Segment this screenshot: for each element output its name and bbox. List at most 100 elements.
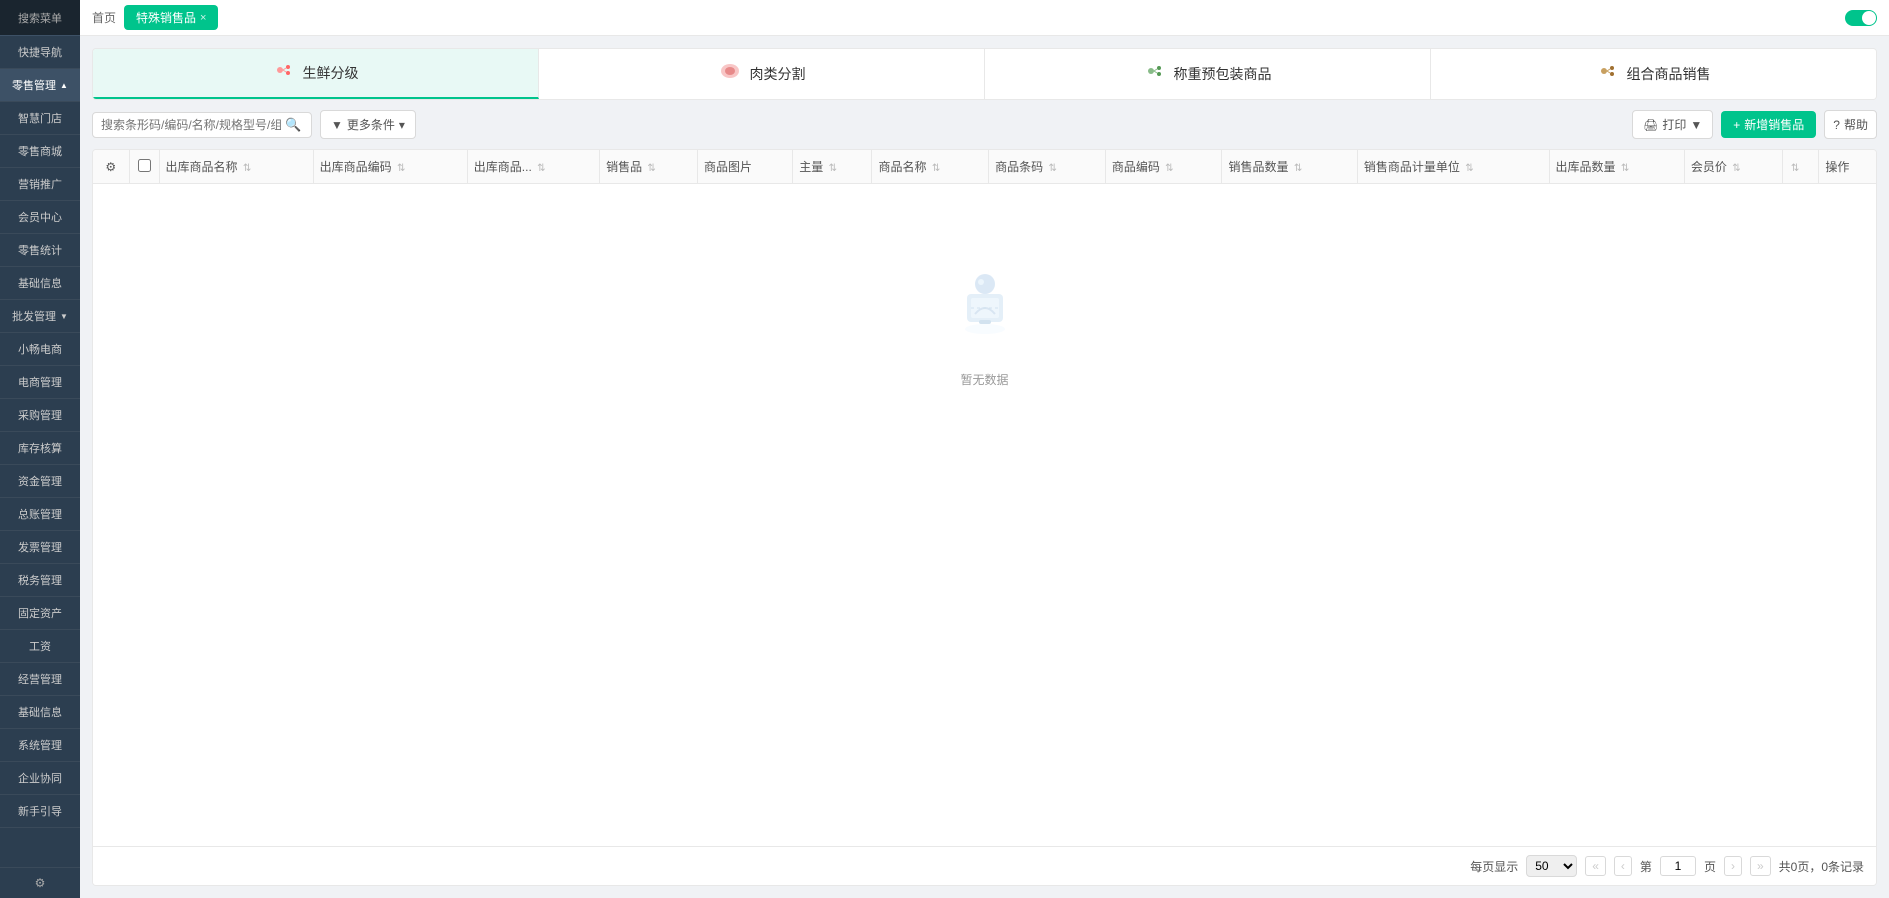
sidebar-item-basic-info[interactable]: 基础信息 [0, 267, 80, 300]
help-icon: ? [1833, 118, 1840, 132]
sidebar-item-business-mgmt[interactable]: 经营管理 [0, 663, 80, 696]
sidebar-logo[interactable]: 搜索菜单 [0, 0, 80, 36]
sidebar-item-new-guide[interactable]: 新手引导 [0, 795, 80, 828]
tab-meat-cut[interactable]: 肉类分割 [539, 49, 985, 99]
sidebar-item-label: 资金管理 [18, 473, 62, 489]
sidebar-item-quick-nav[interactable]: 快捷导航 [0, 36, 80, 69]
search-input[interactable] [101, 118, 281, 132]
sidebar-item-label: 批发管理 [12, 308, 56, 324]
th-operation: 操作 [1819, 150, 1876, 184]
th-main-unit[interactable]: 主量 ⇅ [793, 150, 872, 184]
th-checkbox[interactable] [129, 150, 159, 184]
search-box[interactable]: 🔍 [92, 112, 312, 138]
sidebar-item-label: 总账管理 [18, 506, 62, 522]
col-label: 会员价 [1691, 160, 1727, 174]
page-label: 第 [1640, 858, 1652, 875]
plus-icon: + [1733, 118, 1740, 132]
sidebar-item-retail-stats[interactable]: 零售统计 [0, 234, 80, 267]
sidebar-item-finance-mgmt[interactable]: 资金管理 [0, 465, 80, 498]
sidebar-item-label: 工资 [29, 638, 51, 654]
sidebar-item-tax-mgmt[interactable]: 税务管理 [0, 564, 80, 597]
next-page-button[interactable]: › [1724, 856, 1742, 876]
empty-state: 暂无数据 [93, 184, 1876, 468]
sidebar-item-basic-info2[interactable]: 基础信息 [0, 696, 80, 729]
th-sale-item[interactable]: 销售品 ⇅ [600, 150, 698, 184]
th-product-code[interactable]: 商品编码 ⇅ [1105, 150, 1222, 184]
th-member-price[interactable]: 会员价 ⇅ [1684, 150, 1782, 184]
th-out-qty[interactable]: 出库品数量 ⇅ [1549, 150, 1684, 184]
sidebar-item-system-mgmt[interactable]: 系统管理 [0, 729, 80, 762]
topbar-right [1845, 10, 1877, 26]
add-button[interactable]: + 新增销售品 [1721, 111, 1816, 138]
select-all-checkbox[interactable] [138, 159, 151, 172]
sidebar: 搜索菜单 快捷导航 零售管理 ▲ 智慧门店 零售商城 营销推广 会员中心 零售统… [0, 0, 80, 898]
search-menu-label: 搜索菜单 [18, 10, 62, 26]
sidebar-item-invoice-mgmt[interactable]: 发票管理 [0, 531, 80, 564]
th-product-name[interactable]: 商品名称 ⇅ [872, 150, 989, 184]
tab-fresh-grade[interactable]: 生鲜分级 [93, 49, 539, 99]
print-button[interactable]: 🖨 打印 ▼ [1632, 110, 1713, 139]
first-page-button[interactable]: « [1585, 856, 1606, 876]
sidebar-item-member-center[interactable]: 会员中心 [0, 201, 80, 234]
col-label: 出库商品... [474, 160, 532, 174]
sidebar-settings[interactable]: ⚙ [0, 867, 80, 898]
sort-icon: ⇅ [397, 163, 405, 174]
tab-scale-pack[interactable]: 称重预包装商品 [985, 49, 1431, 99]
sidebar-item-purchase-mgmt[interactable]: 采购管理 [0, 399, 80, 432]
active-tab[interactable]: 特殊销售品 × [124, 5, 218, 30]
th-product-img: 商品图片 [698, 150, 793, 184]
th-out-spec[interactable]: 出库商品... ⇅ [467, 150, 599, 184]
tab-combo-sale[interactable]: 组合商品销售 [1431, 49, 1876, 99]
sort-icon: ⇅ [1621, 163, 1629, 174]
sidebar-item-inventory[interactable]: 库存核算 [0, 432, 80, 465]
sidebar-item-label: 系统管理 [18, 737, 62, 753]
filter-button[interactable]: ▼ 更多条件 ▾ [320, 110, 416, 139]
tab-label: 特殊销售品 [136, 9, 196, 26]
tab-combo-sale-label: 组合商品销售 [1627, 64, 1711, 84]
sidebar-item-marketing[interactable]: 营销推广 [0, 168, 80, 201]
sort-icon: ⇅ [537, 163, 545, 174]
sidebar-item-label: 会员中心 [18, 209, 62, 225]
sidebar-item-mini-ecommerce[interactable]: 小畅电商 [0, 333, 80, 366]
th-out-code[interactable]: 出库商品编码 ⇅ [313, 150, 467, 184]
search-icon[interactable]: 🔍 [285, 117, 301, 133]
sidebar-item-wholesale-mgmt[interactable]: 批发管理 ▼ [0, 300, 80, 333]
help-label: 帮助 [1844, 116, 1868, 133]
th-out-name[interactable]: 出库商品名称 ⇅ [159, 150, 313, 184]
tab-meat-cut-label: 肉类分割 [750, 64, 806, 84]
sidebar-item-accounting[interactable]: 总账管理 [0, 498, 80, 531]
help-button[interactable]: ? 帮助 [1824, 110, 1877, 139]
col-label: 商品名称 [878, 160, 926, 174]
prev-page-button[interactable]: ‹ [1614, 856, 1632, 876]
print-arrow: ▼ [1690, 118, 1702, 132]
sidebar-item-fixed-assets[interactable]: 固定资产 [0, 597, 80, 630]
sidebar-item-retail-mgmt[interactable]: 零售管理 ▲ [0, 69, 80, 102]
close-tab-icon[interactable]: × [200, 12, 206, 24]
sidebar-item-label: 快捷导航 [18, 44, 62, 60]
page-input[interactable] [1660, 856, 1696, 876]
th-sale-qty[interactable]: 销售品数量 ⇅ [1222, 150, 1357, 184]
th-sale-unit[interactable]: 销售商品计量单位 ⇅ [1357, 150, 1549, 184]
sidebar-item-label: 新手引导 [18, 803, 62, 819]
sidebar-item-label: 采购管理 [18, 407, 62, 423]
print-icon: 🖨 [1643, 118, 1658, 132]
sidebar-item-label: 零售统计 [18, 242, 62, 258]
col-label: 销售商品计量单位 [1364, 160, 1460, 174]
col-label: 商品条码 [995, 160, 1043, 174]
sidebar-item-ecommerce-mgmt[interactable]: 电商管理 [0, 366, 80, 399]
sidebar-item-enterprise[interactable]: 企业协同 [0, 762, 80, 795]
sidebar-item-wages[interactable]: 工资 [0, 630, 80, 663]
filter-label: 更多条件 [347, 116, 395, 133]
add-label: 新增销售品 [1744, 116, 1804, 133]
home-link[interactable]: 首页 [92, 9, 116, 26]
toggle-switch[interactable] [1845, 10, 1877, 26]
per-page-select[interactable]: 50 10 20 100 [1526, 855, 1577, 877]
sidebar-item-label: 电商管理 [18, 374, 62, 390]
last-page-button[interactable]: » [1750, 856, 1771, 876]
empty-text: 暂无数据 [960, 371, 1008, 388]
sidebar-item-retail-mall[interactable]: 零售商城 [0, 135, 80, 168]
th-settings[interactable]: ⚙ [93, 150, 129, 184]
th-barcode[interactable]: 商品条码 ⇅ [989, 150, 1106, 184]
th-extra: ⇅ [1782, 150, 1819, 184]
sidebar-item-smart-store[interactable]: 智慧门店 [0, 102, 80, 135]
